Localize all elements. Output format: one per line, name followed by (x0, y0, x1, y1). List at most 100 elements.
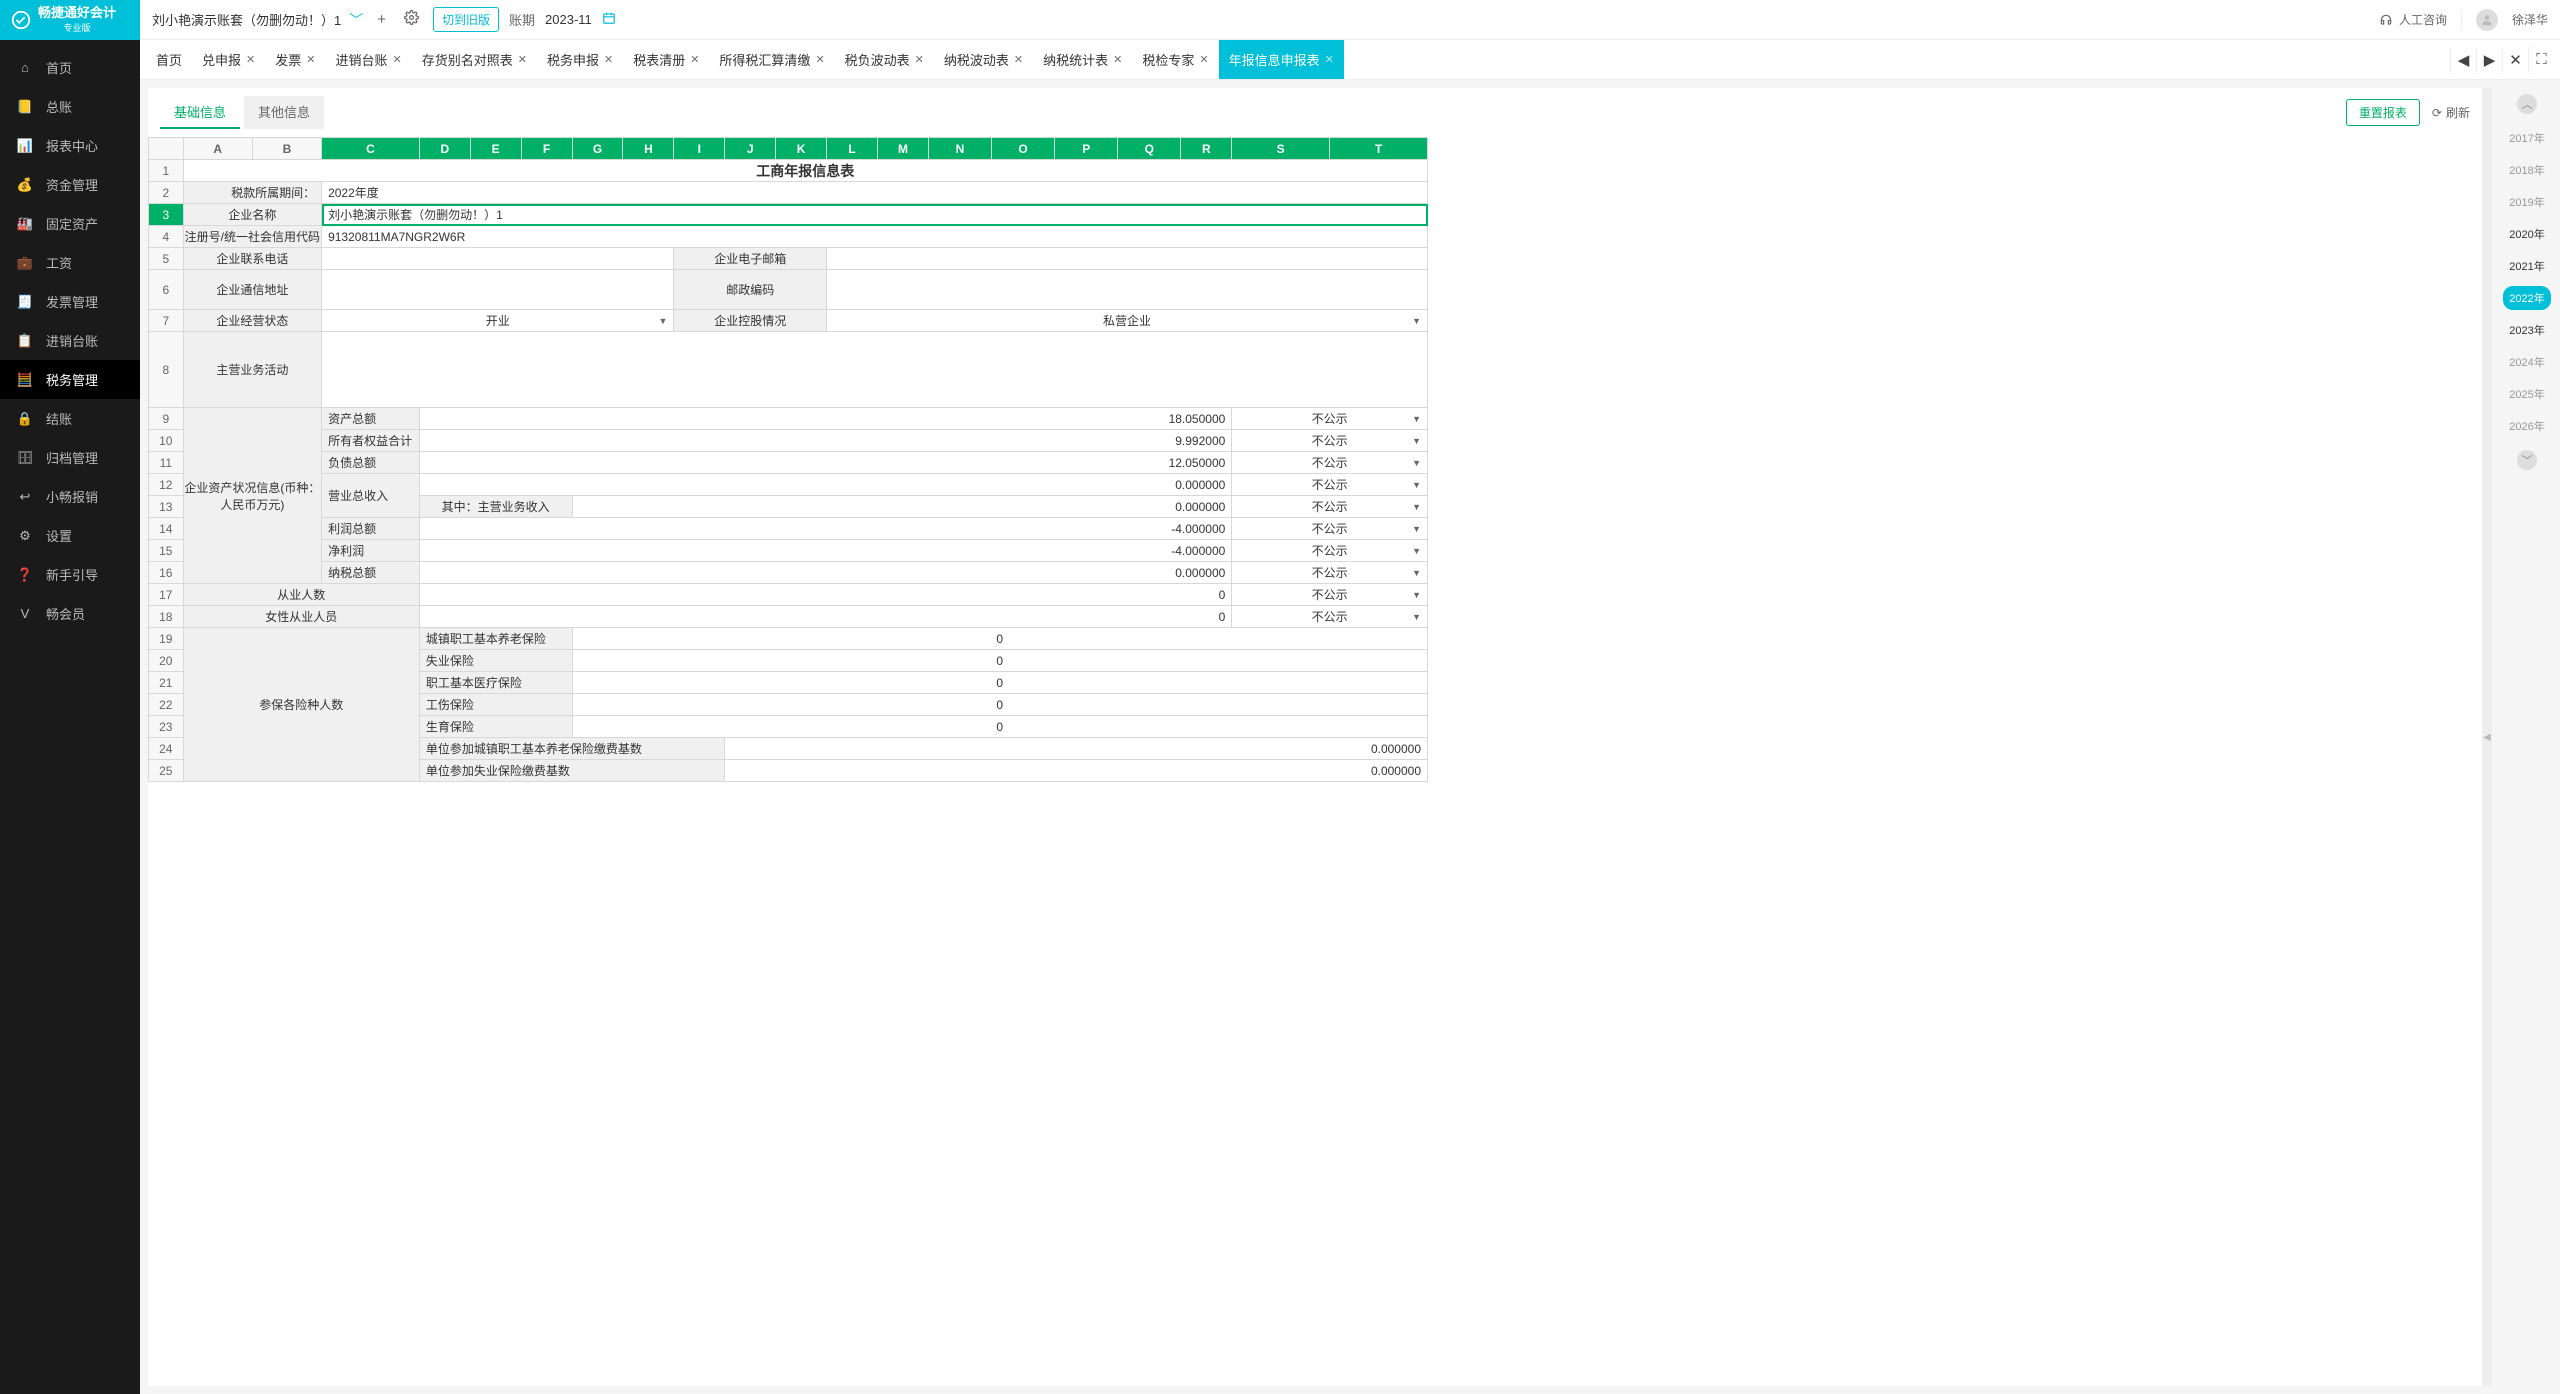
tab-10[interactable]: 纳税统计表✕ (1033, 40, 1132, 79)
row-header[interactable]: 25 (149, 760, 184, 782)
tab-8[interactable]: 税负波动表✕ (835, 40, 934, 79)
nav-item-5[interactable]: 💼工资 (0, 243, 140, 282)
row-header[interactable]: 10 (149, 430, 184, 452)
mainbiz-cell[interactable] (322, 332, 1428, 408)
row-header[interactable]: 9 (149, 408, 184, 430)
insurance-value[interactable]: 0 (572, 650, 1427, 672)
nav-item-12[interactable]: ⚙设置 (0, 516, 140, 555)
year-option[interactable]: 2026年 (2503, 414, 2550, 438)
asset-row-pub[interactable]: 不公示 (1232, 474, 1428, 496)
nav-item-0[interactable]: ⌂首页 (0, 48, 140, 87)
old-version-button[interactable]: 切到旧版 (433, 7, 499, 32)
col-header[interactable]: B (252, 138, 321, 160)
nav-item-11[interactable]: ↩小畅报销 (0, 477, 140, 516)
nav-item-3[interactable]: 💰资金管理 (0, 165, 140, 204)
col-header[interactable]: T (1330, 138, 1428, 160)
nav-item-6[interactable]: 🧾发票管理 (0, 282, 140, 321)
address-cell[interactable] (322, 270, 674, 310)
asset-row-value[interactable]: 18.050000 (419, 408, 1231, 430)
tab-close-icon[interactable]: ✕ (306, 53, 315, 66)
col-header[interactable]: D (419, 138, 470, 160)
year-option[interactable]: 2020年 (2503, 222, 2550, 246)
asset-row-value[interactable]: 12.050000 (419, 452, 1231, 474)
tab-close-icon[interactable]: ✕ (518, 53, 527, 66)
year-down-button[interactable]: ﹀ (2517, 450, 2537, 470)
row-header[interactable]: 3 (149, 204, 184, 226)
base1-value[interactable]: 0.000000 (725, 738, 1428, 760)
female-pub[interactable]: 不公示 (1232, 606, 1428, 628)
tab-9[interactable]: 纳税波动表✕ (934, 40, 1033, 79)
row-header[interactable]: 15 (149, 540, 184, 562)
col-header[interactable]: M (877, 138, 928, 160)
row-header[interactable]: 4 (149, 226, 184, 248)
nav-item-7[interactable]: 📋进销台账 (0, 321, 140, 360)
username[interactable]: 徐泽华 (2512, 11, 2548, 28)
asset-row-pub[interactable]: 不公示 (1232, 452, 1428, 474)
tab-5[interactable]: 税务申报✕ (537, 40, 623, 79)
tabs-prev-button[interactable]: ◀ (2450, 47, 2476, 73)
tab-close-icon[interactable]: ✕ (1325, 53, 1334, 66)
row-header[interactable]: 2 (149, 182, 184, 204)
asset-row-pub[interactable]: 不公示 (1232, 562, 1428, 584)
subtab-0[interactable]: 基础信息 (160, 96, 240, 129)
row-header[interactable]: 20 (149, 650, 184, 672)
subtab-1[interactable]: 其他信息 (244, 96, 324, 129)
col-header[interactable]: O (992, 138, 1055, 160)
asset-row-value[interactable]: 0.000000 (419, 474, 1231, 496)
rail-collapse-handle[interactable]: ◀ (2482, 88, 2492, 1386)
employee-value[interactable]: 0 (419, 584, 1231, 606)
row-header[interactable]: 11 (149, 452, 184, 474)
asset-row-value[interactable]: 0.000000 (419, 562, 1231, 584)
row-header[interactable]: 18 (149, 606, 184, 628)
period-value-cell[interactable]: 2022年度 (322, 182, 1428, 204)
col-header[interactable]: F (521, 138, 572, 160)
asset-sub-pub[interactable]: 不公示 (1232, 496, 1428, 518)
asset-sub-value[interactable]: 0.000000 (572, 496, 1232, 518)
nav-item-1[interactable]: 📒总账 (0, 87, 140, 126)
sheet-corner[interactable] (149, 138, 184, 160)
tab-close-icon[interactable]: ✕ (1113, 53, 1122, 66)
insurance-value[interactable]: 0 (572, 628, 1427, 650)
year-option[interactable]: 2022年 (2503, 286, 2550, 310)
tab-11[interactable]: 税检专家✕ (1132, 40, 1218, 79)
insurance-value[interactable]: 0 (572, 716, 1427, 738)
insurance-value[interactable]: 0 (572, 694, 1427, 716)
holding-select[interactable]: 私营企业 (827, 310, 1428, 332)
year-up-button[interactable]: ︿ (2517, 94, 2537, 114)
fullscreen-button[interactable]: ⛶ (2528, 47, 2554, 73)
year-option[interactable]: 2023年 (2503, 318, 2550, 342)
employee-pub[interactable]: 不公示 (1232, 584, 1428, 606)
nav-item-13[interactable]: ❓新手引导 (0, 555, 140, 594)
spreadsheet[interactable]: ABCDEFGHIJKLMNOPQRST1工商年报信息表2税款所属期间：2022… (148, 137, 2482, 1370)
reset-report-button[interactable]: 重置报表 (2346, 99, 2420, 126)
row-header[interactable]: 24 (149, 738, 184, 760)
col-header[interactable]: R (1181, 138, 1232, 160)
row-header[interactable]: 14 (149, 518, 184, 540)
row-header[interactable]: 17 (149, 584, 184, 606)
asset-row-value[interactable]: 9.992000 (419, 430, 1231, 452)
col-header[interactable]: I (674, 138, 725, 160)
tab-6[interactable]: 税表清册✕ (623, 40, 709, 79)
tab-4[interactable]: 存货别名对照表✕ (412, 40, 537, 79)
col-header[interactable]: S (1232, 138, 1330, 160)
nav-item-14[interactable]: V畅会员 (0, 594, 140, 633)
tab-close-icon[interactable]: ✕ (815, 53, 824, 66)
tab-close-icon[interactable]: ✕ (246, 53, 255, 66)
year-option[interactable]: 2017年 (2503, 126, 2550, 150)
row-header[interactable]: 19 (149, 628, 184, 650)
nav-item-4[interactable]: 🏭固定资产 (0, 204, 140, 243)
asset-row-pub[interactable]: 不公示 (1232, 408, 1428, 430)
asset-row-pub[interactable]: 不公示 (1232, 430, 1428, 452)
tab-close-icon[interactable]: ✕ (1199, 53, 1208, 66)
nav-item-8[interactable]: 🧮税务管理 (0, 360, 140, 399)
nav-item-2[interactable]: 📊报表中心 (0, 126, 140, 165)
asset-row-pub[interactable]: 不公示 (1232, 518, 1428, 540)
tab-7[interactable]: 所得税汇算清缴✕ (709, 40, 834, 79)
consult-link[interactable]: 人工咨询 (2379, 11, 2447, 28)
col-header[interactable]: P (1055, 138, 1118, 160)
col-header[interactable]: K (776, 138, 827, 160)
col-header[interactable]: E (470, 138, 521, 160)
refresh-button[interactable]: ⟳ 刷新 (2432, 104, 2470, 121)
row-header[interactable]: 16 (149, 562, 184, 584)
col-header[interactable]: J (725, 138, 776, 160)
